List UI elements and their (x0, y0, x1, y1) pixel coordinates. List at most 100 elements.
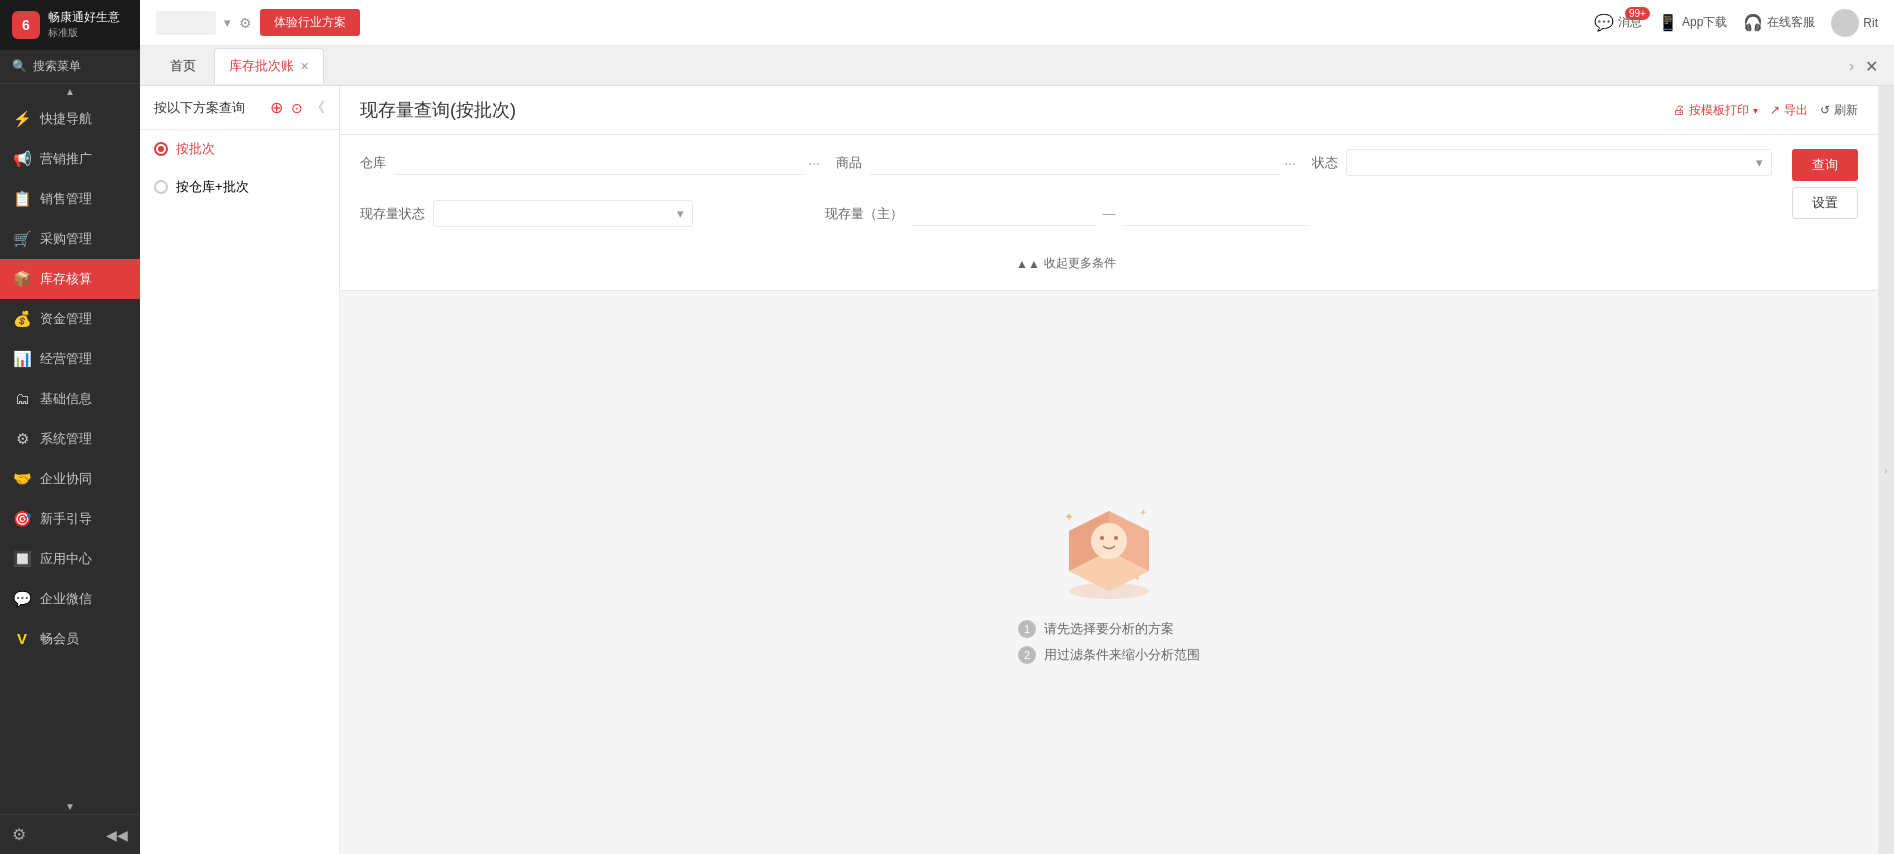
topbar-left: ▾ ⚙ 体验行业方案 (156, 9, 1582, 36)
tab-inventory-batch[interactable]: 库存批次账 ✕ (214, 48, 324, 84)
collapse-label: 收起更多条件 (1044, 255, 1116, 272)
settings-scheme-icon[interactable]: ⊙ (291, 100, 303, 116)
sidebar: 6 畅康通好生意 标准版 🔍 搜索菜单 ▲ ⚡ 快捷导航 📢 营销推广 📋 销售… (0, 0, 140, 854)
sidebar-item-finance[interactable]: 💰 资金管理 (0, 299, 140, 339)
finance-icon: 💰 (12, 309, 32, 329)
collapse-up-icon: ▲▲ (1016, 257, 1040, 271)
enterprise-icon: 🤝 (12, 469, 32, 489)
action-buttons: 查询 设置 (1792, 149, 1858, 219)
right-edge-panel[interactable]: › (1878, 86, 1894, 854)
stock-qty-field: 现存量（主） — (825, 202, 1308, 226)
hint-item-1: 1 请先选择要分析的方案 (1018, 620, 1200, 638)
sidebar-scroll-up[interactable]: ▲ (0, 84, 140, 99)
print-dropdown-icon[interactable]: ▾ (1753, 105, 1758, 116)
scheme-item-batch[interactable]: 按批次 (140, 130, 339, 168)
sidebar-item-operations[interactable]: 📊 经营管理 (0, 339, 140, 379)
collapse-filters-btn[interactable]: ▲▲ 收起更多条件 (360, 251, 1772, 276)
empty-illustration: ✦ ✦ ✦ (1049, 481, 1169, 604)
topbar: ▾ ⚙ 体验行业方案 💬 消息 99+ 📱 App下载 🎧 在线客服 Rit (140, 0, 1894, 46)
sidebar-item-purchase[interactable]: 🛒 采购管理 (0, 219, 140, 259)
sidebar-header: 6 畅康通好生意 标准版 (0, 0, 140, 50)
right-panel: 现存量查询(按批次) 🖨 按模板打印 ▾ ↗ 导出 ↺ 刷新 (340, 86, 1878, 854)
online-service-btn[interactable]: 🎧 在线客服 (1743, 13, 1815, 32)
tab-home[interactable]: 首页 (156, 48, 210, 84)
sidebar-item-label: 企业微信 (40, 590, 92, 608)
left-panel-actions: ⊕ ⊙ 《 (270, 98, 325, 117)
hint-2-text: 用过滤条件来缩小分析范围 (1044, 646, 1200, 664)
svg-point-5 (1091, 523, 1127, 559)
sidebar-item-label: 畅会员 (40, 630, 79, 648)
tab-close-icon[interactable]: ✕ (300, 61, 309, 72)
sidebar-item-system[interactable]: ⚙ 系统管理 (0, 419, 140, 459)
svg-text:✦: ✦ (1064, 510, 1074, 524)
settings-icon[interactable]: ⚙ (239, 15, 252, 31)
member-icon: V (12, 629, 32, 649)
right-edge-icon: › (1884, 465, 1887, 476)
warehouse-dots[interactable]: ··· (808, 155, 820, 171)
sidebar-item-enterprise[interactable]: 🤝 企业协同 (0, 459, 140, 499)
refresh-btn[interactable]: ↺ 刷新 (1820, 102, 1858, 119)
refresh-label: 刷新 (1834, 102, 1858, 119)
sidebar-item-label: 采购管理 (40, 230, 92, 248)
stock-status-label: 现存量状态 (360, 205, 425, 223)
status-label: 状态 (1312, 154, 1338, 172)
left-panel-header: 按以下方案查询 ⊕ ⊙ 《 (140, 86, 339, 130)
marketing-icon: 📢 (12, 149, 32, 169)
quick-nav-icon: ⚡ (12, 109, 32, 129)
svg-text:✦: ✦ (1139, 507, 1147, 518)
sidebar-item-label: 系统管理 (40, 430, 92, 448)
status-select[interactable]: ▾ (1346, 149, 1772, 176)
hint-item-2: 2 用过滤条件来缩小分析范围 (1018, 646, 1200, 664)
app-download-label: App下载 (1682, 14, 1727, 31)
hint-1-text: 请先选择要分析的方案 (1044, 620, 1174, 638)
scheme-item-warehouse-batch[interactable]: 按仓库+批次 (140, 168, 339, 206)
sidebar-search[interactable]: 🔍 搜索菜单 (0, 50, 140, 84)
warehouse-input[interactable] (394, 151, 804, 175)
chevron-right-icon[interactable]: › (1849, 58, 1854, 74)
sidebar-item-basic[interactable]: 🗂 基础信息 (0, 379, 140, 419)
page-header: 现存量查询(按批次) 🖨 按模板打印 ▾ ↗ 导出 ↺ 刷新 (340, 86, 1878, 135)
product-dots[interactable]: ··· (1284, 155, 1296, 171)
export-btn[interactable]: ↗ 导出 (1770, 102, 1808, 119)
collapse-panel-icon[interactable]: 《 (311, 99, 325, 117)
sidebar-item-wechat[interactable]: 💬 企业微信 (0, 579, 140, 619)
query-button[interactable]: 查询 (1792, 149, 1858, 181)
experience-btn[interactable]: 体验行业方案 (260, 9, 360, 36)
system-icon: ⚙ (12, 429, 32, 449)
stock-qty-max[interactable] (1124, 202, 1308, 226)
sales-icon: 📋 (12, 189, 32, 209)
tabbar-global-close[interactable]: ✕ (1865, 56, 1878, 75)
sidebar-item-newbie[interactable]: 🎯 新手引导 (0, 499, 140, 539)
sidebar-collapse-icon[interactable]: ◀◀ (106, 827, 128, 843)
product-input[interactable] (870, 151, 1280, 175)
sidebar-settings-icon[interactable]: ⚙ (12, 825, 26, 844)
sidebar-item-quick-nav[interactable]: ⚡ 快捷导航 (0, 99, 140, 139)
app-download-btn[interactable]: 📱 App下载 (1658, 13, 1727, 32)
avatar-image (1831, 9, 1859, 37)
sidebar-item-member[interactable]: V 畅会员 (0, 619, 140, 659)
breadcrumb-input[interactable] (156, 11, 216, 35)
sidebar-scroll-down[interactable]: ▼ (0, 799, 140, 814)
empty-state: ✦ ✦ ✦ 1 请先选择要分析的方案 2 用过滤条件来缩小分析范围 (340, 291, 1878, 854)
inventory-icon: 📦 (12, 269, 32, 289)
product-label: 商品 (836, 154, 862, 172)
chevron-down-icon[interactable]: ▾ (224, 15, 231, 30)
sidebar-item-sales[interactable]: 📋 销售管理 (0, 179, 140, 219)
print-btn[interactable]: 🖨 按模板打印 ▾ (1673, 102, 1758, 119)
message-icon: 💬 (1594, 13, 1614, 32)
filter-row-2: 现存量状态 ▾ 现存量（主） — (360, 200, 1772, 227)
sidebar-item-label: 新手引导 (40, 510, 92, 528)
stock-status-select[interactable]: ▾ (433, 200, 693, 227)
add-scheme-icon[interactable]: ⊕ (270, 98, 283, 117)
sidebar-item-inventory[interactable]: 📦 库存核算 (0, 259, 140, 299)
sidebar-item-marketing[interactable]: 📢 营销推广 (0, 139, 140, 179)
message-btn[interactable]: 💬 消息 99+ (1594, 13, 1642, 32)
stock-qty-dash: — (1103, 206, 1116, 221)
settings-button[interactable]: 设置 (1792, 187, 1858, 219)
radio-batch (154, 142, 168, 156)
user-avatar[interactable]: Rit (1831, 9, 1878, 37)
sidebar-footer: ⚙ ◀◀ (0, 814, 140, 854)
sidebar-item-apps[interactable]: 🔲 应用中心 (0, 539, 140, 579)
stock-qty-min[interactable] (911, 202, 1095, 226)
sidebar-item-label: 企业协同 (40, 470, 92, 488)
